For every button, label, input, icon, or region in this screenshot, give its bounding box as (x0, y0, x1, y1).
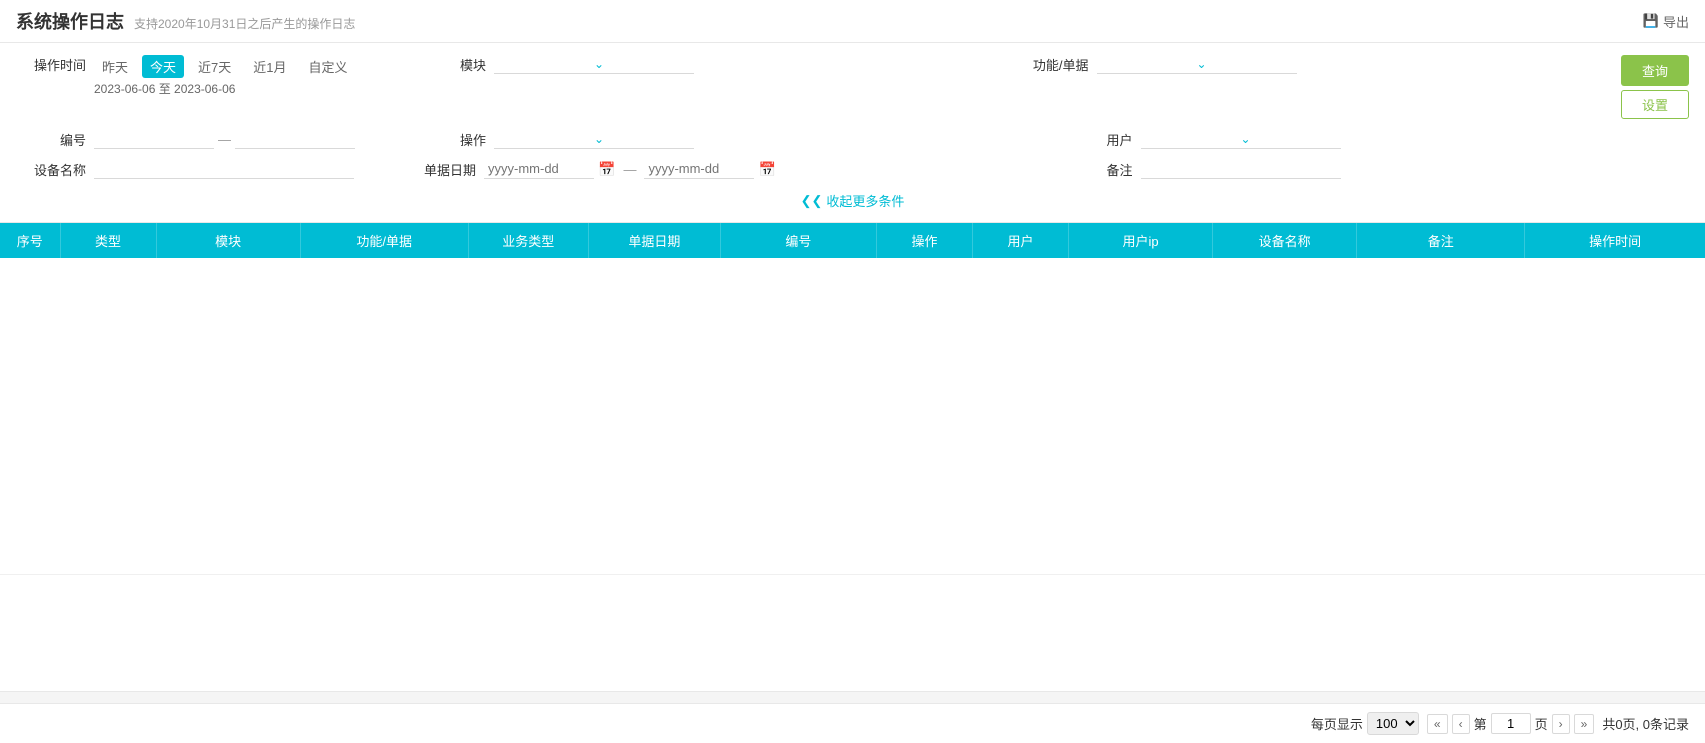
page-title: 系统操作日志 (16, 8, 124, 34)
time-btn-yesterday[interactable]: 昨天 (94, 55, 136, 78)
page-total: 共0页, 0条记录 (1602, 714, 1689, 733)
calendar-from-icon[interactable]: 📅 (598, 161, 615, 178)
device-label: 设备名称 (16, 160, 86, 179)
collapse-label: 收起更多条件 (826, 191, 904, 210)
filter-area: 操作时间 昨天 今天 近7天 近1月 自定义 2023-06-06 至 2023… (0, 43, 1705, 223)
code-input-to[interactable] (235, 129, 355, 149)
first-page-button[interactable]: « (1427, 714, 1448, 734)
time-date-range: 2023-06-06 至 2023-06-06 (94, 80, 356, 97)
page-size-select: 每页显示 100 10 20 50 (1311, 712, 1419, 735)
action-buttons: 查询 设置 (1621, 55, 1689, 119)
col-code: 编号 (720, 223, 876, 258)
last-page-button[interactable]: » (1574, 714, 1595, 734)
col-type: 类型 (60, 223, 156, 258)
user-select[interactable]: ⌄ (1141, 130, 1341, 149)
table-wrapper: 序号 类型 模块 功能/单据 业务类型 单据日期 编号 操作 用户 用户ip 设… (0, 223, 1705, 691)
voucher-date-label: 单据日期 (416, 160, 476, 179)
col-op-time: 操作时间 (1525, 223, 1705, 258)
remark-input[interactable] (1141, 159, 1341, 179)
data-table: 序号 类型 模块 功能/单据 业务类型 单据日期 编号 操作 用户 用户ip 设… (0, 223, 1705, 575)
collapse-row: ❮❮ 收起更多条件 (16, 185, 1689, 214)
func-label: 功能/单据 (1019, 55, 1089, 74)
time-buttons: 昨天 今天 近7天 近1月 自定义 (94, 55, 356, 78)
export-icon: 💾 (1643, 13, 1659, 29)
page-size-dropdown[interactable]: 100 10 20 50 (1367, 712, 1419, 735)
export-label: 导出 (1663, 12, 1689, 31)
time-btn-7days[interactable]: 近7天 (190, 55, 239, 78)
col-biz-type: 业务类型 (468, 223, 588, 258)
col-seq: 序号 (0, 223, 60, 258)
page-title-area: 系统操作日志 支持2020年10月31日之后产生的操作日志 (16, 8, 355, 34)
device-input[interactable] (94, 159, 354, 179)
voucher-date-from[interactable] (484, 159, 594, 179)
pagination-bar: 每页显示 100 10 20 50 « ‹ 第 页 › » 共0页, 0条记录 (0, 703, 1705, 743)
func-select[interactable]: ⌄ (1097, 55, 1297, 74)
remark-label: 备注 (1063, 160, 1133, 179)
setting-button[interactable]: 设置 (1621, 90, 1689, 119)
code-input-from[interactable] (94, 129, 214, 149)
query-button[interactable]: 查询 (1621, 55, 1689, 86)
voucher-date-separator: — (623, 162, 636, 177)
module-chevron-icon: ⌄ (594, 57, 690, 71)
page-header: 系统操作日志 支持2020年10月31日之后产生的操作日志 💾 导出 (0, 0, 1705, 43)
operation-select[interactable]: ⌄ (494, 130, 694, 149)
module-select[interactable]: ⌄ (494, 55, 694, 74)
operation-chevron-icon: ⌄ (594, 132, 690, 146)
page-suffix: 页 (1535, 714, 1548, 733)
operation-label: 操作 (416, 130, 486, 149)
col-func: 功能/单据 (300, 223, 468, 258)
code-label: 编号 (16, 130, 86, 149)
col-voucher-date: 单据日期 (588, 223, 720, 258)
page-prefix: 第 (1474, 714, 1487, 733)
user-label: 用户 (1063, 130, 1133, 149)
next-page-button[interactable]: › (1552, 714, 1570, 734)
time-btn-1month[interactable]: 近1月 (245, 55, 294, 78)
col-user-ip: 用户ip (1069, 223, 1213, 258)
time-btn-today[interactable]: 今天 (142, 55, 184, 78)
page-subtitle: 支持2020年10月31日之后产生的操作日志 (134, 15, 355, 32)
collapse-icon: ❮❮ (801, 193, 823, 209)
page-size-label: 每页显示 (1311, 714, 1363, 733)
table-body (0, 258, 1705, 575)
voucher-date-range: 📅 — 📅 (484, 159, 776, 179)
time-btn-custom[interactable]: 自定义 (301, 55, 356, 78)
col-user: 用户 (973, 223, 1069, 258)
col-operation: 操作 (876, 223, 972, 258)
user-chevron-icon: ⌄ (1241, 132, 1337, 146)
func-chevron-icon: ⌄ (1197, 57, 1293, 71)
col-device: 设备名称 (1213, 223, 1357, 258)
code-separator: — (218, 132, 231, 147)
module-label: 模块 (416, 55, 486, 74)
horizontal-scrollbar[interactable] (0, 691, 1705, 703)
current-page-input[interactable] (1491, 713, 1531, 734)
prev-page-button[interactable]: ‹ (1452, 714, 1470, 734)
empty-state (6, 266, 1699, 566)
calendar-to-icon[interactable]: 📅 (758, 161, 775, 178)
col-remark: 备注 (1357, 223, 1525, 258)
page-nav: « ‹ 第 页 › » (1427, 713, 1594, 734)
voucher-date-to[interactable] (644, 159, 754, 179)
col-module: 模块 (156, 223, 300, 258)
table-header-row: 序号 类型 模块 功能/单据 业务类型 单据日期 编号 操作 用户 用户ip 设… (0, 223, 1705, 258)
time-label: 操作时间 (16, 55, 86, 74)
export-button[interactable]: 💾 导出 (1643, 12, 1689, 31)
collapse-button[interactable]: ❮❮ 收起更多条件 (801, 191, 905, 210)
